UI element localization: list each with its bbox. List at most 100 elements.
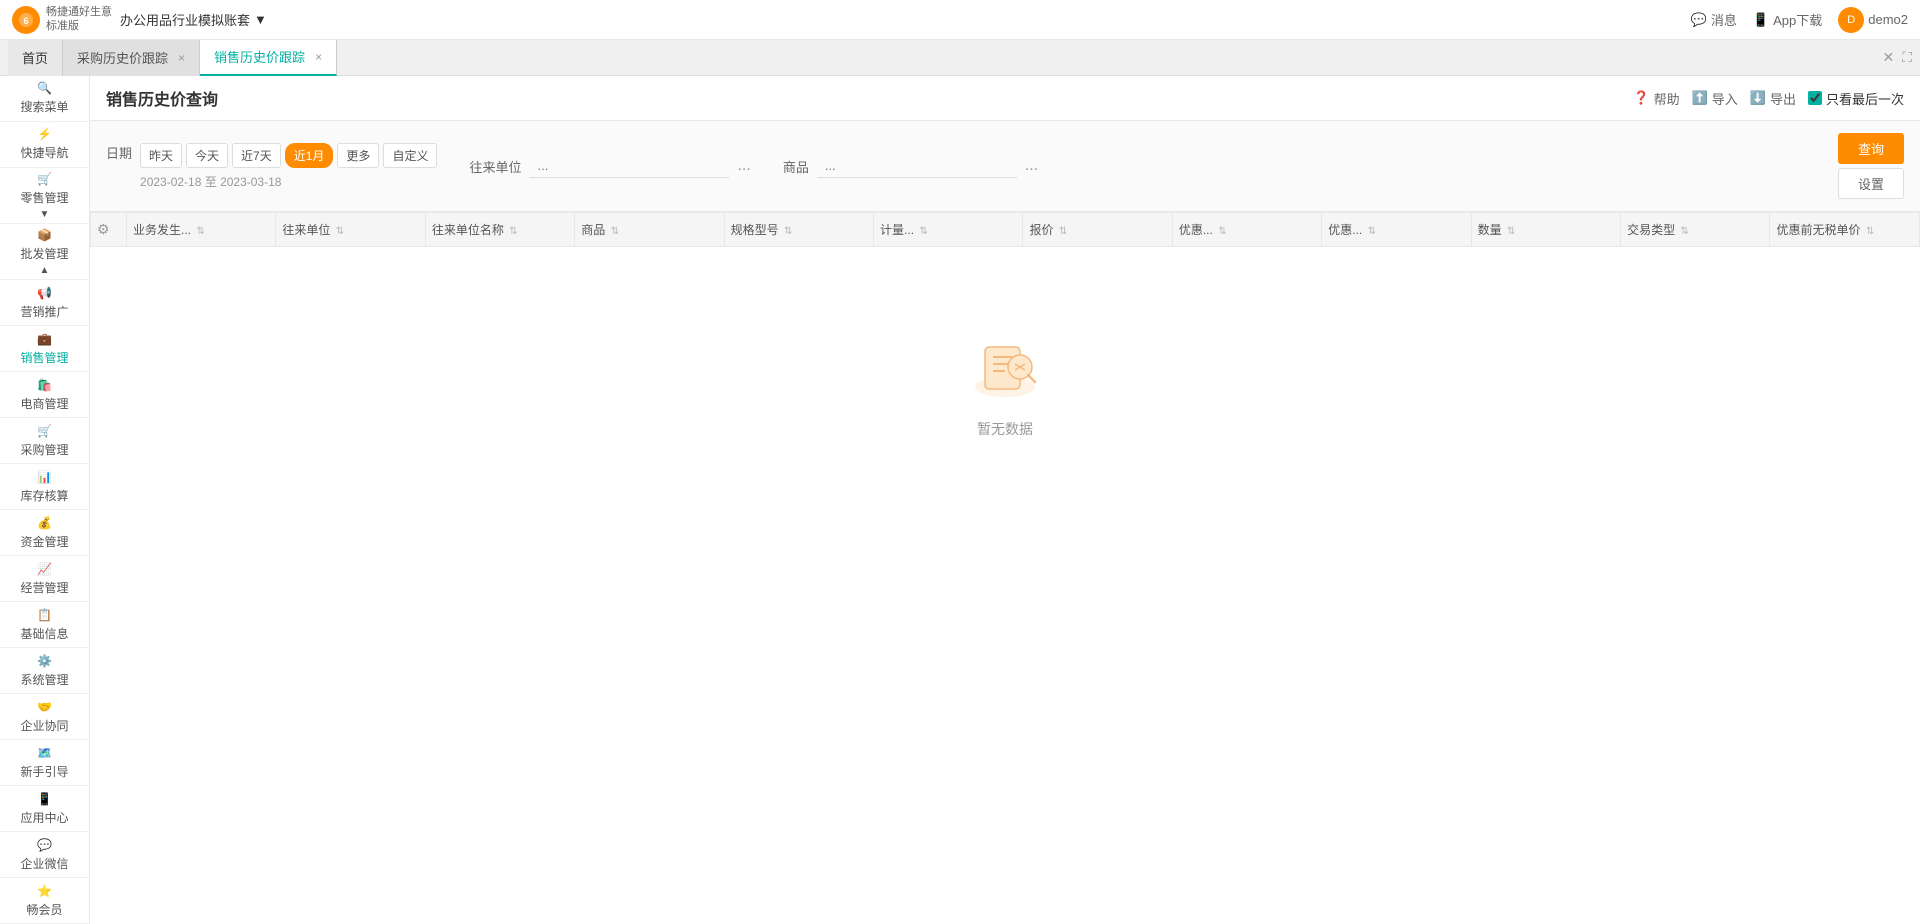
sort-icon[interactable]: ⇅ bbox=[1680, 226, 1688, 237]
sidebar-item-guide[interactable]: 🗺️ 新手引导 bbox=[0, 740, 89, 786]
page-actions: ❓ 帮助 ⬆️ 导入 ⬇️ 导出 只看最后一次 bbox=[1633, 89, 1904, 108]
sidebar-item-purchase[interactable]: 🛒 采购管理 bbox=[0, 418, 89, 464]
data-table: ⚙ 业务发生... ⇅ 往来单位 ⇅ 往来单位名称 ⇅ bbox=[90, 212, 1920, 247]
app-icon: 📱 bbox=[37, 792, 52, 806]
filter-area: 日期 昨天 今天 近7天 近1月 更多 自定义 2023-02-18 至 202… bbox=[90, 121, 1920, 212]
inventory-icon: 📊 bbox=[37, 470, 52, 484]
sidebar-item-wholesale[interactable]: 📦 批发管理 ▲ bbox=[0, 224, 89, 280]
from-unit-input[interactable] bbox=[529, 154, 729, 178]
import-btn[interactable]: ⬆️ 导入 bbox=[1692, 89, 1738, 108]
sidebar-item-member[interactable]: ⭐ 畅会员 bbox=[0, 878, 89, 924]
only-last-checkbox-label[interactable]: 只看最后一次 bbox=[1808, 89, 1904, 108]
sidebar-item-nav[interactable]: ⚡ 快捷导航 bbox=[0, 122, 89, 168]
table-header-row: ⚙ 业务发生... ⇅ 往来单位 ⇅ 往来单位名称 ⇅ bbox=[91, 213, 1920, 247]
filter-row: 日期 昨天 今天 近7天 近1月 更多 自定义 2023-02-18 至 202… bbox=[106, 133, 1904, 199]
sort-icon[interactable]: ⇅ bbox=[919, 226, 927, 237]
action-buttons: 查询 设置 bbox=[1838, 133, 1904, 199]
marketing-icon: 📢 bbox=[37, 286, 52, 300]
sales-icon: 💼 bbox=[37, 332, 52, 346]
sidebar-item-app[interactable]: 📱 应用中心 bbox=[0, 786, 89, 832]
main-layout: 🔍 搜索菜单 ⚡ 快捷导航 🛒 零售管理 ▼ 📦 批发管理 ▲ 📢 营销推广 💼… bbox=[0, 76, 1920, 924]
basic-icon: 📋 bbox=[37, 608, 52, 622]
help-btn[interactable]: ❓ 帮助 bbox=[1633, 89, 1679, 108]
col-spec: 规格型号 ⇅ bbox=[724, 213, 873, 247]
sidebar-item-inventory[interactable]: 📊 库存核算 bbox=[0, 464, 89, 510]
only-last-checkbox[interactable] bbox=[1808, 91, 1822, 105]
sidebar-item-business[interactable]: 📈 经营管理 bbox=[0, 556, 89, 602]
sort-icon[interactable]: ⇅ bbox=[1218, 226, 1226, 237]
date-btn-more[interactable]: 更多 bbox=[337, 143, 379, 168]
import-icon: ⬆️ bbox=[1692, 90, 1708, 106]
date-range-display: 2023-02-18 至 2023-03-18 bbox=[140, 173, 437, 190]
sort-icon[interactable]: ⇅ bbox=[1059, 226, 1067, 237]
sort-icon[interactable]: ⇅ bbox=[784, 226, 792, 237]
goods-filter: 商品 ... bbox=[783, 154, 1038, 178]
col-discount2: 优惠... ⇅ bbox=[1322, 213, 1471, 247]
user-avatar-btn[interactable]: D demo2 bbox=[1838, 7, 1908, 33]
tab-purchase-history[interactable]: 采购历史价跟踪 × bbox=[63, 40, 200, 76]
help-icon: ❓ bbox=[1633, 90, 1649, 106]
finance-icon: 💰 bbox=[37, 516, 52, 530]
system-icon: ⚙️ bbox=[37, 654, 52, 668]
page-title: 销售历史价查询 bbox=[106, 86, 218, 110]
tab-sales-history[interactable]: 销售历史价跟踪 × bbox=[200, 40, 337, 76]
sidebar-item-ecommerce[interactable]: 🛍️ 电商管理 bbox=[0, 372, 89, 418]
close-tab-icon[interactable]: ✕ bbox=[1882, 49, 1894, 66]
col-no-tax-price: 优惠前无税单价 ⇅ bbox=[1770, 213, 1920, 247]
sidebar-item-finance[interactable]: 💰 资金管理 bbox=[0, 510, 89, 556]
sort-icon[interactable]: ⇅ bbox=[611, 226, 619, 237]
top-header: 6 畅捷通好生意 标准版 办公用品行业模拟账套 ▼ 💬 消息 📱 App下载 D… bbox=[0, 0, 1920, 40]
sort-icon[interactable]: ⇅ bbox=[509, 226, 517, 237]
gear-icon[interactable]: ⚙ bbox=[97, 221, 110, 237]
sidebar-item-sales[interactable]: 💼 销售管理 bbox=[0, 326, 89, 372]
header-left: 6 畅捷通好生意 标准版 办公用品行业模拟账套 ▼ bbox=[12, 6, 267, 34]
date-btn-today[interactable]: 今天 bbox=[186, 143, 228, 168]
col-goods: 商品 ⇅ bbox=[575, 213, 724, 247]
sidebar-item-marketing[interactable]: 📢 营销推广 bbox=[0, 280, 89, 326]
business-icon: 📈 bbox=[37, 562, 52, 576]
maximize-icon[interactable]: ⛶ bbox=[1902, 49, 1912, 66]
svg-text:6: 6 bbox=[23, 16, 28, 26]
company-dropdown[interactable]: 办公用品行业模拟账套 ▼ bbox=[120, 10, 267, 29]
purchase-icon: 🛒 bbox=[37, 424, 52, 438]
logo-area: 6 畅捷通好生意 标准版 bbox=[12, 6, 112, 34]
date-btn-custom[interactable]: 自定义 bbox=[383, 143, 437, 168]
empty-icon bbox=[965, 327, 1045, 407]
sidebar-item-retail[interactable]: 🛒 零售管理 ▼ bbox=[0, 168, 89, 224]
sort-icon[interactable]: ⇅ bbox=[336, 226, 344, 237]
logo-icon: 6 bbox=[12, 6, 40, 34]
app-download-btn[interactable]: 📱 App下载 bbox=[1753, 10, 1822, 29]
wholesale-icon: 📦 bbox=[37, 228, 52, 242]
date-btn-yesterday[interactable]: 昨天 bbox=[140, 143, 182, 168]
settings-button[interactable]: 设置 bbox=[1838, 168, 1904, 199]
sidebar-item-system[interactable]: ⚙️ 系统管理 bbox=[0, 648, 89, 694]
chevron-down-icon: ▼ bbox=[254, 12, 267, 27]
empty-text: 暂无数据 bbox=[977, 419, 1033, 439]
sidebar-item-basic[interactable]: 📋 基础信息 bbox=[0, 602, 89, 648]
from-unit-more-icon[interactable]: ... bbox=[737, 157, 750, 175]
date-btn-7days[interactable]: 近7天 bbox=[232, 143, 281, 168]
tab-home[interactable]: 首页 bbox=[8, 40, 63, 76]
search-icon: 🔍 bbox=[37, 81, 52, 95]
sidebar-item-search[interactable]: 🔍 搜索菜单 bbox=[0, 76, 89, 122]
sort-icon[interactable]: ⇅ bbox=[1866, 226, 1874, 237]
export-btn[interactable]: ⬇️ 导出 bbox=[1750, 89, 1796, 108]
sort-icon[interactable]: ⇅ bbox=[196, 226, 204, 237]
export-icon: ⬇️ bbox=[1750, 90, 1766, 106]
sidebar-item-collab[interactable]: 🤝 企业协同 bbox=[0, 694, 89, 740]
goods-input[interactable] bbox=[817, 154, 1017, 178]
phone-icon: 📱 bbox=[1753, 12, 1769, 28]
tab-bar: 首页 采购历史价跟踪 × 销售历史价跟踪 × ✕ ⛶ bbox=[0, 40, 1920, 76]
sort-icon[interactable]: ⇅ bbox=[1507, 226, 1515, 237]
goods-more-icon[interactable]: ... bbox=[1025, 157, 1038, 175]
retail-icon: 🛒 bbox=[37, 172, 52, 186]
col-settings: ⚙ bbox=[91, 213, 127, 247]
sort-icon[interactable]: ⇅ bbox=[1368, 226, 1376, 237]
tab-close-purchase[interactable]: × bbox=[178, 51, 185, 65]
sidebar-item-wechat[interactable]: 💬 企业微信 bbox=[0, 832, 89, 878]
date-btn-1month[interactable]: 近1月 bbox=[285, 143, 334, 168]
table-area: ⚙ 业务发生... ⇅ 往来单位 ⇅ 往来单位名称 ⇅ bbox=[90, 212, 1920, 924]
query-button[interactable]: 查询 bbox=[1838, 133, 1904, 164]
message-btn[interactable]: 💬 消息 bbox=[1691, 10, 1737, 29]
tab-close-sales[interactable]: × bbox=[315, 50, 322, 64]
